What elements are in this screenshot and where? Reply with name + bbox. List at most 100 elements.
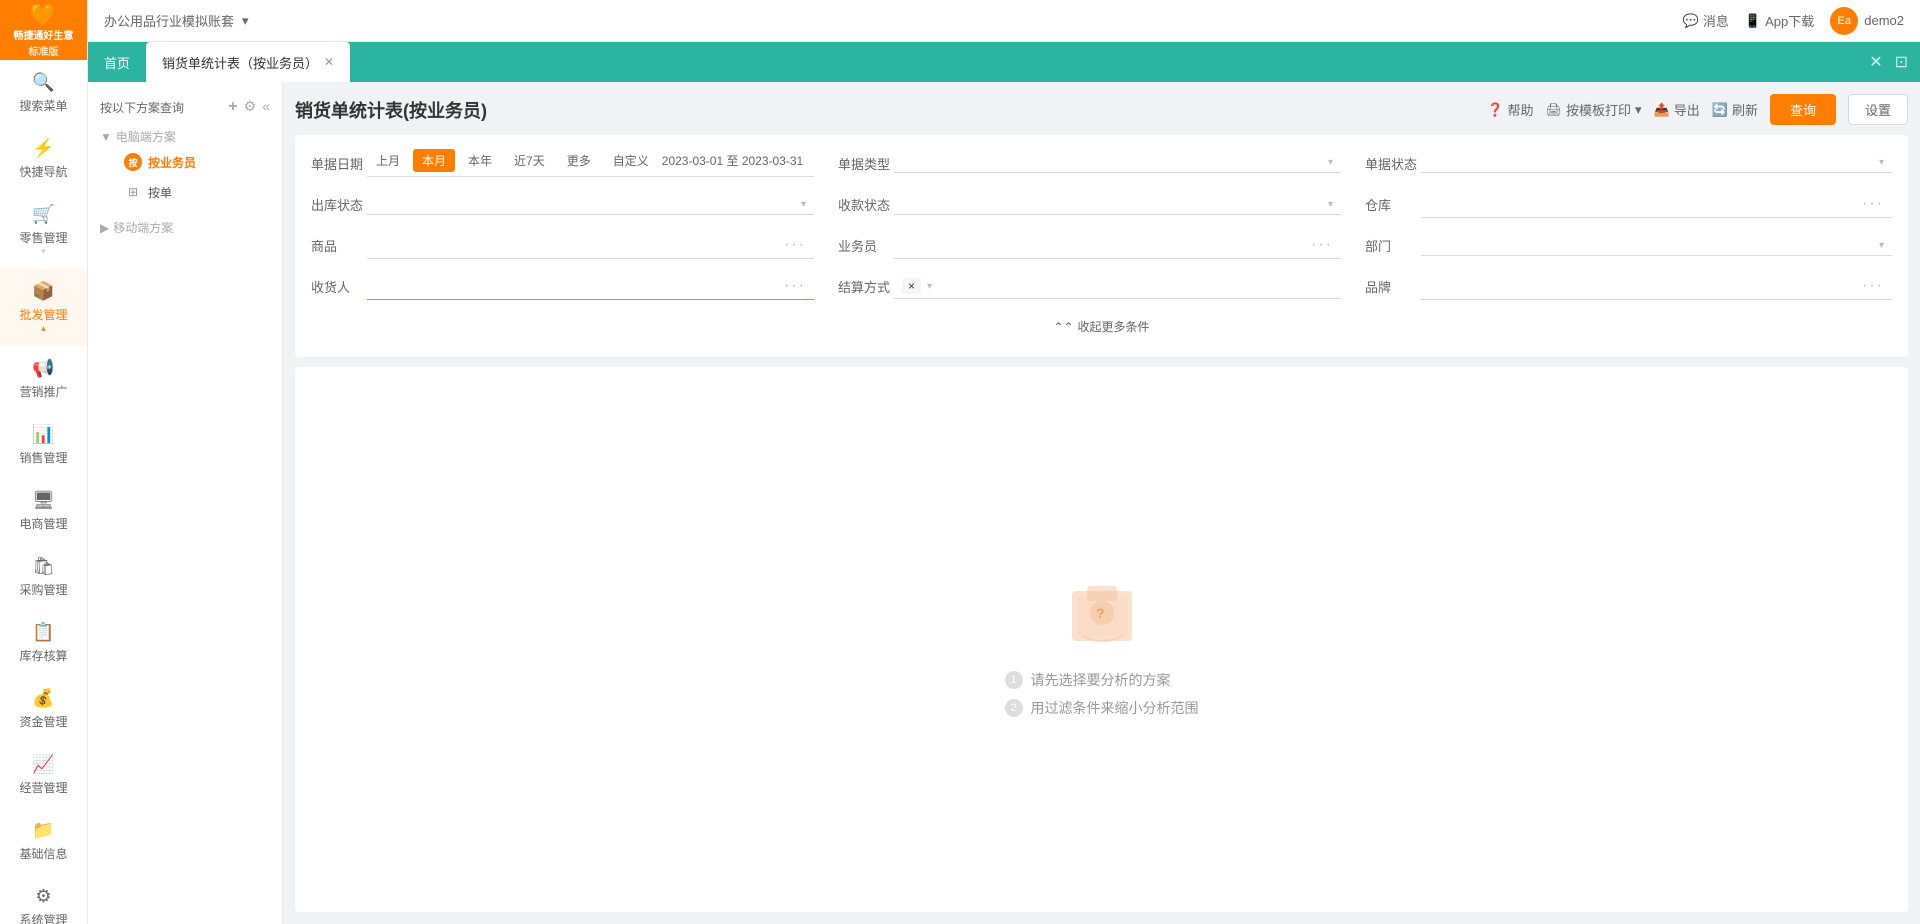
sidebar-inventory-label: 库存核算 [19,647,67,664]
left-panel: 按以下方案查询 + ⚙ « ▼ 电脑端方案 按 按业务员 ⊞ 按单 [88,82,283,924]
doc-type-control[interactable]: ▾ [894,153,1341,173]
query-button[interactable]: 查询 [1770,94,1836,125]
filter-row-2: 出库状态 ▾ 收款状态 ▾ 仓库 [311,191,1892,218]
sidebar: 🧡 畅捷通好生意 标准版 🔍 搜索菜单 ⚡ 快捷导航 🛒 零售管理 ▾ 📦 批发… [0,0,88,924]
collapse-panel-btn[interactable]: « [262,98,270,116]
marketing-icon: 📢 [32,358,54,379]
consignee-control[interactable]: ··· [367,273,814,300]
template-print-btn[interactable]: 🖨 按模板打印 ▾ [1546,100,1642,119]
left-panel-header: 按以下方案查询 + ⚙ « [88,90,282,124]
date-filter-control: 上月 本月 本年 近7天 更多 自定义 2023-03-01 至 2023-03… [367,149,814,177]
settings-button[interactable]: 设置 [1848,94,1908,125]
goods-dots-icon: ··· [784,236,806,254]
tab-home[interactable]: 首页 [88,42,146,82]
tree-item-by-order[interactable]: ⊞ 按单 [88,177,282,207]
payment-tag-close[interactable]: × [908,279,915,293]
sidebar-item-ecommerce[interactable]: 🖥 电商管理 [0,478,88,544]
tab-sales-stat[interactable]: 销货单统计表（按业务员） ✕ [146,42,350,82]
date-btn-more[interactable]: 更多 [558,149,600,172]
settings-scheme-btn[interactable]: ⚙ [244,98,257,116]
warehouse-control[interactable]: ··· [1421,191,1892,218]
out-status-arrow-icon: ▾ [801,199,806,210]
sidebar-item-sales[interactable]: 📊 销售管理 [0,412,88,478]
sidebar-item-system[interactable]: ⚙ 系统管理 [0,874,88,924]
message-btn[interactable]: 💬 消息 [1683,11,1729,30]
user-menu[interactable]: Ea demo2 [1830,7,1904,35]
filter-doc-status: 单据状态 ▾ [1365,153,1892,173]
refresh-btn[interactable]: 🔄 刷新 [1712,100,1758,119]
brand-dots-icon: ··· [1862,277,1884,295]
sidebar-item-search[interactable]: 🔍 搜索菜单 [0,60,88,126]
app-download-btn[interactable]: 📱 App下载 [1745,11,1814,30]
help-icon: ❓ [1487,102,1503,118]
goods-label: 商品 [311,236,367,255]
page-title: 销货单统计表(按业务员) [295,97,487,123]
sidebar-wholesale-label: 批发管理 [19,306,67,323]
collapse-chevron-icon: ⌃⌃ [1053,320,1073,334]
sidebar-item-basic[interactable]: 📁 基础信息 [0,808,88,874]
tree-group-desktop: ▼ 电脑端方案 [88,124,282,147]
collapse-btn[interactable]: ⌃⌃ 收起更多条件 [1053,318,1149,335]
filter-doc-type: 单据类型 ▾ [838,153,1365,173]
export-btn[interactable]: 📤 导出 [1654,100,1700,119]
sidebar-item-wholesale[interactable]: 📦 批发管理 ▴ [0,269,88,346]
tab-bar: 首页 销货单统计表（按业务员） ✕ ✕ ⊡ [88,42,1920,82]
sidebar-item-inventory[interactable]: 📋 库存核算 [0,610,88,676]
filter-date: 单据日期 上月 本月 本年 近7天 更多 自定义 2023-03-01 至 20… [311,149,838,177]
tab-restore-btn[interactable]: ⊡ [1891,48,1912,76]
export-icon: 📤 [1654,102,1670,118]
tree-group-mobile: ▶ 移动端方案 [88,215,282,238]
filter-salesman: 业务员 ··· [838,232,1365,259]
refresh-label: 刷新 [1732,100,1758,119]
warehouse-dots-icon: ··· [1862,195,1884,213]
print-label: 按模板打印 [1566,100,1631,119]
tree-group-expand-icon[interactable]: ▼ [100,130,112,144]
filter-out-status: 出库状态 ▾ [311,195,838,215]
doc-status-control[interactable]: ▾ [1421,153,1892,173]
sidebar-item-quick-nav[interactable]: ⚡ 快捷导航 [0,126,88,192]
sidebar-item-business[interactable]: 📈 经营管理 [0,742,88,808]
sidebar-item-marketing[interactable]: 📢 营销推广 [0,346,88,412]
date-btn-this-year[interactable]: 本年 [459,149,501,172]
logo-text: 畅捷通好生意 [14,30,74,43]
date-btn-custom[interactable]: 自定义 [604,149,658,172]
brand-control[interactable]: ··· [1421,273,1892,300]
receipt-status-control[interactable]: ▾ [894,195,1341,215]
sidebar-ecommerce-label: 电商管理 [19,515,67,532]
empty-illustration: ? [1052,561,1152,654]
sidebar-basic-label: 基础信息 [19,845,67,862]
sidebar-item-retail[interactable]: 🛒 零售管理 ▾ [0,192,88,269]
filter-brand: 品牌 ··· [1365,273,1892,300]
dept-label: 部门 [1365,236,1421,255]
message-icon: 💬 [1683,13,1699,29]
salesman-dots-icon: ··· [1311,236,1333,254]
sidebar-item-finance[interactable]: 💰 资金管理 [0,676,88,742]
filter-row-4: 收货人 ··· 结算方式 × ▾ [311,273,1892,300]
tree-group-mobile-label: 移动端方案 [113,219,173,236]
goods-control[interactable]: ··· [367,232,814,259]
sidebar-sales-label: 销售管理 [19,449,67,466]
tree-group-mobile-expand-icon[interactable]: ▶ [100,221,109,235]
tree-group-label: 电脑端方案 [116,128,176,145]
date-btn-last-month[interactable]: 上月 [367,149,409,172]
date-btn-7days[interactable]: 近7天 [505,149,554,172]
date-btn-this-month[interactable]: 本月 [413,149,455,172]
avatar: Ea [1830,7,1858,35]
out-status-control[interactable]: ▾ [367,195,814,215]
date-range-text: 2023-03-01 至 2023-03-31 [662,152,803,169]
tree-item-by-salesman[interactable]: 按 按业务员 [88,147,282,177]
add-scheme-btn[interactable]: + [228,98,237,116]
tab-close-all-btn[interactable]: ✕ [1865,48,1886,76]
retail-icon: 🛒 [32,204,54,225]
help-btn[interactable]: ❓ 帮助 [1487,100,1533,119]
payment-control[interactable]: × ▾ [894,274,1341,299]
sidebar-item-purchase[interactable]: 🛍 采购管理 [0,544,88,610]
print-icon: 🖨 [1546,102,1563,118]
empty-hints: 1 请先选择要分析的方案 2 用过滤条件来缩小分析范围 [1005,670,1199,718]
tab-close-btn[interactable]: ✕ [324,55,334,69]
breadcrumb-dropdown-icon[interactable]: ▾ [242,13,249,29]
tab-home-label: 首页 [104,53,130,72]
salesman-control[interactable]: ··· [894,232,1341,259]
finance-icon: 💰 [32,688,54,709]
dept-control[interactable]: ▾ [1421,236,1892,256]
